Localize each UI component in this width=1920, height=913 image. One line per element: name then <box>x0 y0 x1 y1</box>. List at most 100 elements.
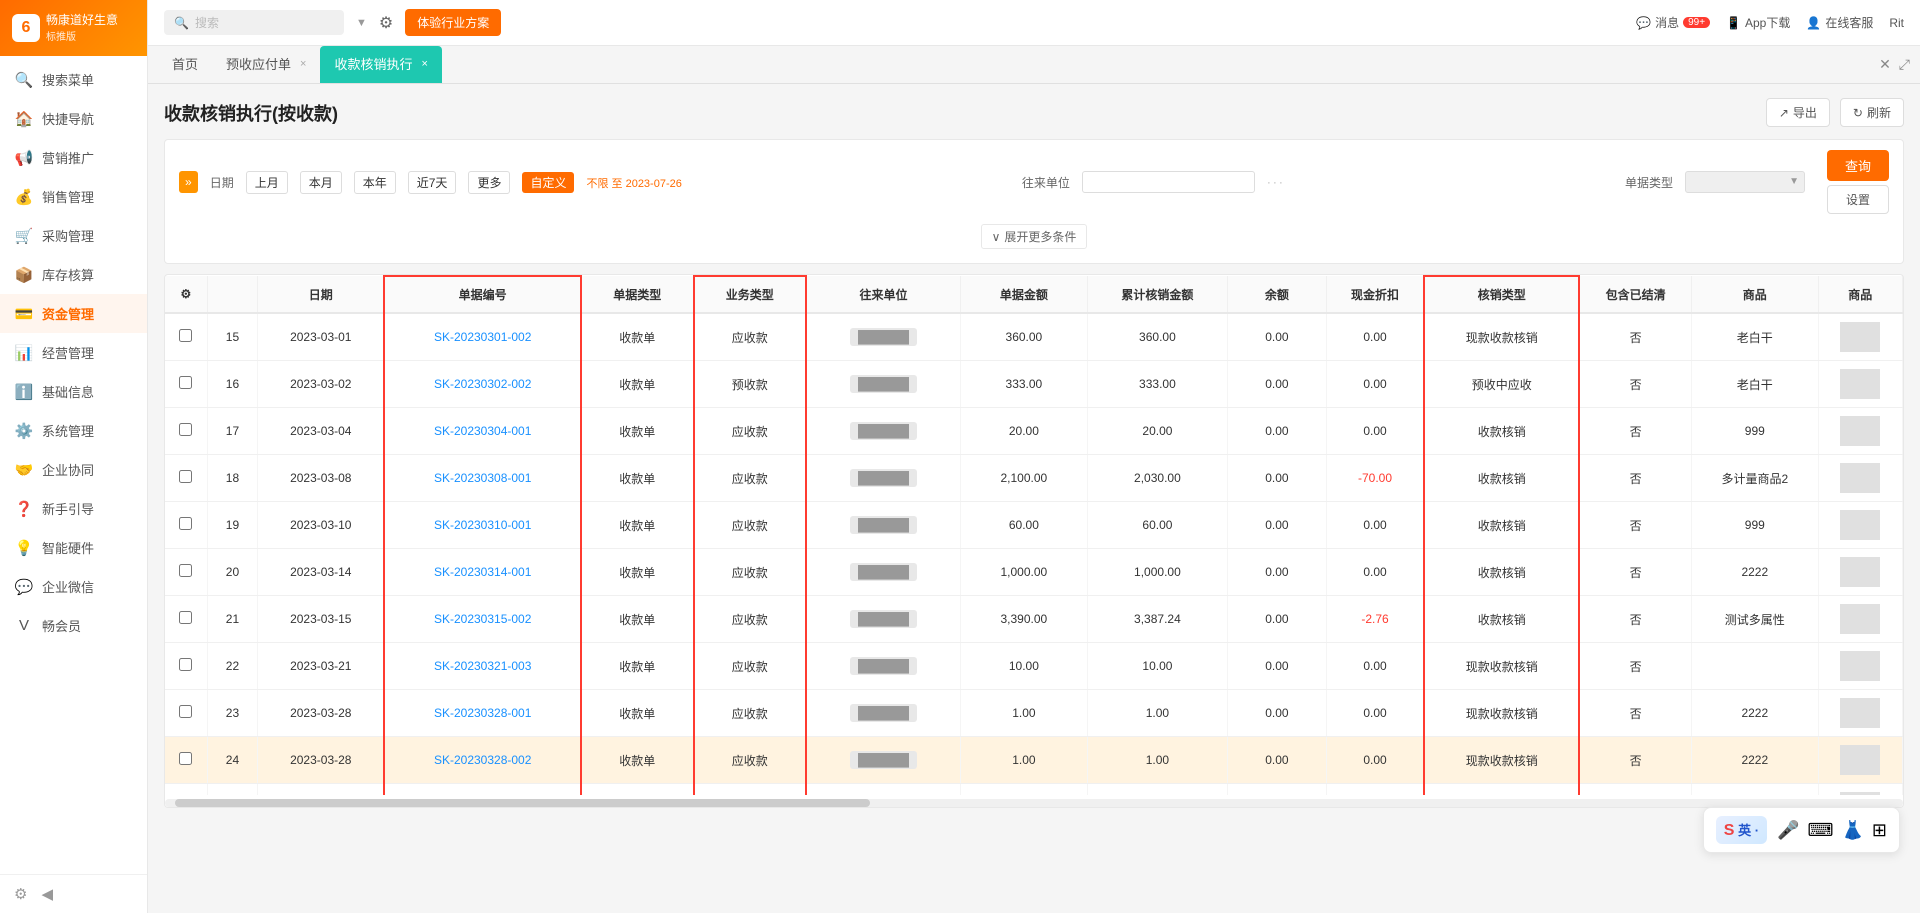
cell-checkbox[interactable] <box>165 690 207 737</box>
scrollbar-area[interactable] <box>165 799 1903 807</box>
keyboard-icon[interactable]: ⌨ <box>1808 820 1834 841</box>
sidebar-item-operation[interactable]: 📊经营管理 <box>0 333 147 372</box>
row-checkbox[interactable] <box>179 611 192 624</box>
cell-bill-no[interactable]: SK-20230331-002 <box>384 784 581 796</box>
cell-checkbox[interactable] <box>165 455 207 502</box>
cell-bill-no[interactable]: SK-20230302-002 <box>384 361 581 408</box>
row-checkbox[interactable] <box>179 564 192 577</box>
th-include-settled[interactable]: 包含已结清 <box>1579 276 1691 313</box>
sidebar-item-member[interactable]: V畅会员 <box>0 606 147 645</box>
filter-toggle-button[interactable]: » <box>179 171 198 193</box>
th-counterparty[interactable]: 往来单位 <box>806 276 961 313</box>
row-checkbox[interactable] <box>179 423 192 436</box>
sidebar-item-hardware[interactable]: 💡智能硬件 <box>0 528 147 567</box>
row-checkbox[interactable] <box>179 376 192 389</box>
th-bill-amount[interactable]: 单据金额 <box>961 276 1088 313</box>
table-row[interactable]: 24 2023-03-28 SK-20230328-002 收款单 应收款 ██… <box>165 737 1903 784</box>
message-action[interactable]: 💬 消息 99+ <box>1636 14 1710 31</box>
filter-custom-button[interactable]: 自定义 <box>522 172 574 193</box>
cell-bill-no[interactable]: SK-20230301-002 <box>384 313 581 361</box>
th-settings[interactable]: ⚙ <box>165 276 207 313</box>
bill-no-link[interactable]: SK-20230310-001 <box>434 518 531 532</box>
bill-no-link[interactable]: SK-20230308-001 <box>434 471 531 485</box>
solution-button[interactable]: 体验行业方案 <box>405 9 501 36</box>
bill-no-link[interactable]: SK-20230301-002 <box>434 330 531 344</box>
sidebar-item-purchase[interactable]: 🛒采购管理 <box>0 216 147 255</box>
th-product2[interactable]: 商品 <box>1818 276 1902 313</box>
tab-collection-close[interactable]: × <box>421 58 427 70</box>
cell-checkbox[interactable] <box>165 737 207 784</box>
filter-this-year[interactable]: 本年 <box>354 171 396 194</box>
tab-collection[interactable]: 收款核销执行 × <box>320 46 441 83</box>
sidebar-item-wechat[interactable]: 💬企业微信 <box>0 567 147 606</box>
bill-no-link[interactable]: SK-20230315-002 <box>434 612 531 626</box>
filter-this-month[interactable]: 本月 <box>300 171 342 194</box>
sidebar-item-system[interactable]: ⚙️系统管理 <box>0 411 147 450</box>
cell-bill-no[interactable]: SK-20230315-002 <box>384 596 581 643</box>
table-row[interactable]: 21 2023-03-15 SK-20230315-002 收款单 应收款 ██… <box>165 596 1903 643</box>
sidebar-item-newbie[interactable]: ❓新手引导 <box>0 489 147 528</box>
bill-no-link[interactable]: SK-20230302-002 <box>434 377 531 391</box>
tab-close-ctrl[interactable]: ✕ <box>1879 56 1891 73</box>
collapse-icon[interactable]: ◀ <box>41 885 53 903</box>
cell-checkbox[interactable] <box>165 549 207 596</box>
cell-bill-no[interactable]: SK-20230328-001 <box>384 690 581 737</box>
th-verified-amount[interactable]: 累计核销金额 <box>1087 276 1228 313</box>
table-row[interactable]: 16 2023-03-02 SK-20230302-002 收款单 预收款 ██… <box>165 361 1903 408</box>
query-button[interactable]: 查询 <box>1827 150 1889 181</box>
row-checkbox[interactable] <box>179 329 192 342</box>
sidebar-item-base[interactable]: ℹ️基础信息 <box>0 372 147 411</box>
table-row[interactable]: 19 2023-03-10 SK-20230310-001 收款单 应收款 ██… <box>165 502 1903 549</box>
th-product[interactable]: 商品 <box>1692 276 1819 313</box>
sidebar-item-search[interactable]: 🔍搜索菜单 <box>0 60 147 99</box>
table-wrapper[interactable]: ⚙ 日期 单据编号 单据类型 业务类型 往来单位 单据金额 累计核销金额 余额 … <box>165 275 1903 795</box>
table-row[interactable]: 17 2023-03-04 SK-20230304-001 收款单 应收款 ██… <box>165 408 1903 455</box>
sidebar-item-quick[interactable]: 🏠快捷导航 <box>0 99 147 138</box>
expand-button[interactable]: ∨ 展开更多条件 <box>981 224 1088 249</box>
tab-prepay[interactable]: 预收应付单 × <box>212 46 320 83</box>
topbar-gear-icon[interactable]: ⚙ <box>379 13 393 33</box>
tab-expand-ctrl[interactable]: ⤢ <box>1899 56 1910 73</box>
th-bill-type[interactable]: 单据类型 <box>581 276 693 313</box>
table-row[interactable]: 20 2023-03-14 SK-20230314-001 收款单 应收款 ██… <box>165 549 1903 596</box>
cell-checkbox[interactable] <box>165 408 207 455</box>
th-biz-type[interactable]: 业务类型 <box>694 276 806 313</box>
row-checkbox[interactable] <box>179 752 192 765</box>
table-row[interactable]: 25 2023-03-31 SK-20230331-002 红字收款单 应收款 … <box>165 784 1903 796</box>
grid-icon[interactable]: ⊞ <box>1872 820 1887 841</box>
app-download-action[interactable]: 📱 App下载 <box>1726 14 1790 31</box>
topbar-search[interactable]: 🔍 搜索 <box>164 10 344 35</box>
table-row[interactable]: 22 2023-03-21 SK-20230321-003 收款单 应收款 ██… <box>165 643 1903 690</box>
th-bill-no[interactable]: 单据编号 <box>384 276 581 313</box>
cell-bill-no[interactable]: SK-20230328-002 <box>384 737 581 784</box>
filter-bill-type-select[interactable] <box>1685 171 1805 193</box>
cell-bill-no[interactable]: SK-20230314-001 <box>384 549 581 596</box>
row-checkbox[interactable] <box>179 470 192 483</box>
tab-prepay-close[interactable]: × <box>300 58 306 70</box>
service-action[interactable]: 👤 在线客服 <box>1806 14 1873 31</box>
cell-bill-no[interactable]: SK-20230310-001 <box>384 502 581 549</box>
th-balance[interactable]: 余额 <box>1228 276 1326 313</box>
cell-checkbox[interactable] <box>165 502 207 549</box>
bill-no-link[interactable]: SK-20230304-001 <box>434 424 531 438</box>
sidebar-item-sales[interactable]: 💰销售管理 <box>0 177 147 216</box>
cell-checkbox[interactable] <box>165 596 207 643</box>
sidebar-item-corp[interactable]: 🤝企业协同 <box>0 450 147 489</box>
filter-more[interactable]: 更多 <box>468 171 510 194</box>
bill-no-link[interactable]: SK-20230328-001 <box>434 706 531 720</box>
shirt-icon[interactable]: 👗 <box>1841 820 1863 841</box>
tab-home[interactable]: 首页 <box>158 46 212 83</box>
cell-checkbox[interactable] <box>165 313 207 361</box>
row-checkbox[interactable] <box>179 517 192 530</box>
table-row[interactable]: 15 2023-03-01 SK-20230301-002 收款单 应收款 ██… <box>165 313 1903 361</box>
bill-no-link[interactable]: SK-20230314-001 <box>434 565 531 579</box>
settings-bottom-icon[interactable]: ⚙ <box>14 885 27 903</box>
row-checkbox[interactable] <box>179 658 192 671</box>
refresh-button[interactable]: ↻ 刷新 <box>1840 98 1904 127</box>
th-date[interactable]: 日期 <box>258 276 385 313</box>
cell-bill-no[interactable]: SK-20230308-001 <box>384 455 581 502</box>
bill-no-link[interactable]: SK-20230321-003 <box>434 659 531 673</box>
sidebar-item-marketing[interactable]: 📢营销推广 <box>0 138 147 177</box>
row-checkbox[interactable] <box>179 705 192 718</box>
cell-bill-no[interactable]: SK-20230321-003 <box>384 643 581 690</box>
